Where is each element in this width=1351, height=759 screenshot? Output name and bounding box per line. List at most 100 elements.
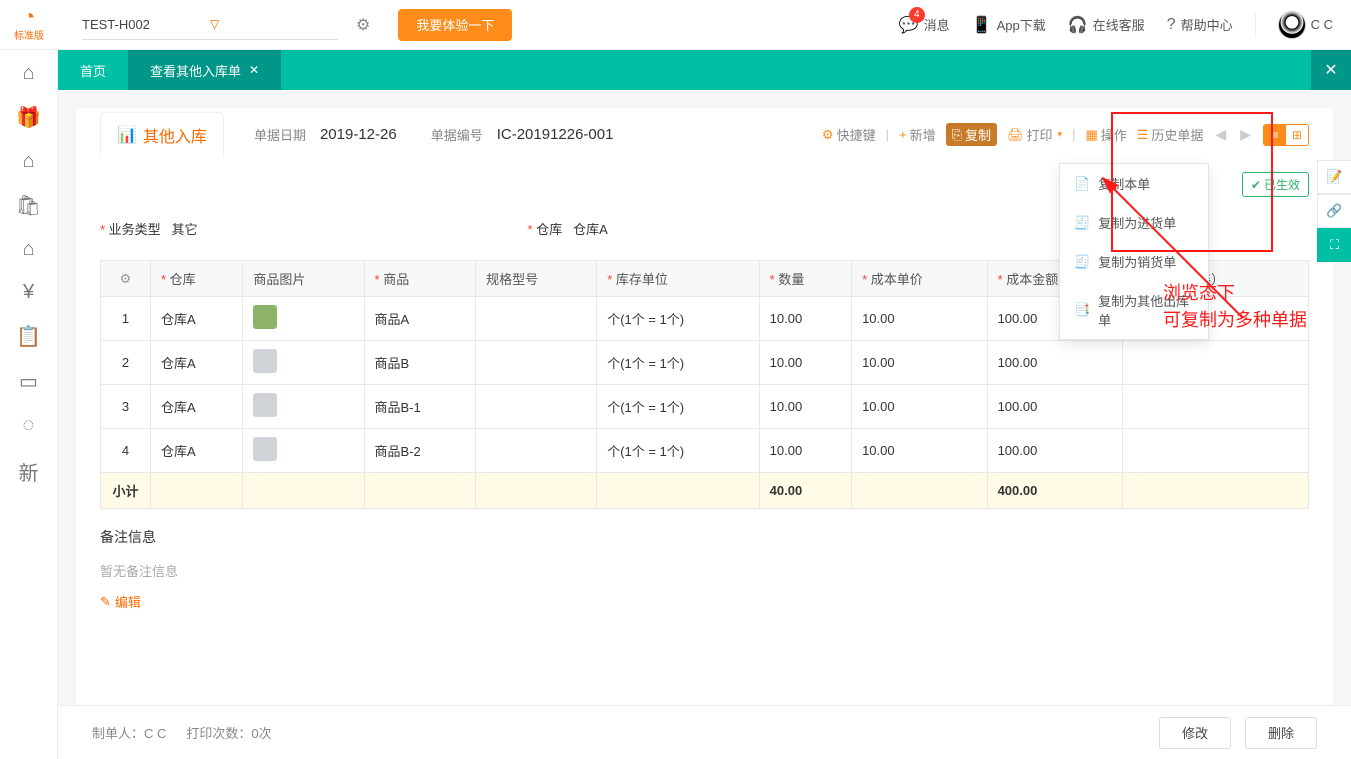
cell-qty: 10.00 — [759, 341, 851, 385]
close-icon[interactable]: ✕ — [249, 63, 259, 77]
edit-icon: ✎ — [100, 594, 111, 610]
doc-icon: 📄 — [1074, 176, 1090, 192]
cloud-icon[interactable]: ◌ — [23, 414, 35, 437]
document-sheet: 📊 其他入库 单据日期 2019-12-26 单据编号 IC-20191226-… — [76, 108, 1333, 741]
prev-button[interactable]: ◀ — [1213, 126, 1228, 143]
table-row[interactable]: 3 仓库A 商品B-1 个(1个 = 1个) 10.00 10.00 100.0… — [101, 385, 1309, 429]
cell-unit: 个(1个 = 1个) — [597, 429, 759, 473]
cell-price: 10.00 — [852, 385, 988, 429]
app-download-button[interactable]: 📱 App下载 — [972, 15, 1046, 35]
cell-price: 10.00 — [852, 341, 988, 385]
online-service-label: 在线客服 — [1093, 15, 1145, 34]
house-icon[interactable]: ⌂ — [22, 150, 34, 173]
print-button[interactable]: 🖨打印▾ — [1007, 125, 1062, 144]
float-notes-button[interactable]: 📝 — [1317, 160, 1351, 194]
cell-warehouse: 仓库A — [151, 429, 243, 473]
remarks-edit-button[interactable]: ✎编辑 — [100, 592, 141, 611]
row-index: 2 — [101, 341, 151, 385]
cell-qty: 10.00 — [759, 385, 851, 429]
col-stock-unit: 库存单位 — [597, 261, 759, 297]
copy-as-purchase[interactable]: 🧾复制为进货单 — [1060, 203, 1208, 242]
cell-product-img — [243, 385, 364, 429]
trial-button[interactable]: 我要体验一下 — [398, 9, 512, 41]
row-index: 1 — [101, 297, 151, 341]
cell-spec — [476, 385, 597, 429]
float-fullscreen-button[interactable]: ⛶ — [1317, 228, 1351, 262]
help-center-label: 帮助中心 — [1181, 15, 1233, 34]
view-card-button[interactable]: ⊞ — [1286, 125, 1308, 145]
biz-type-value: 其它 — [172, 222, 198, 237]
sales-icon: 🧾 — [1074, 254, 1090, 270]
messages-button[interactable]: 💬 消息 4 — [899, 15, 950, 35]
shortcut-button[interactable]: ⚙快捷键 — [822, 125, 876, 144]
footer-buttons: 修改 删除 — [1159, 717, 1317, 749]
history-button[interactable]: ☰历史单据 — [1137, 125, 1204, 144]
col-spec: 规格型号 — [476, 261, 597, 297]
document-meta: 单据日期 2019-12-26 单据编号 IC-20191226-001 — [254, 125, 614, 144]
gift-icon[interactable]: 🎁 — [16, 105, 41, 130]
delete-button[interactable]: 删除 — [1245, 717, 1317, 749]
biz-type-field: 业务类型 其它 — [100, 219, 198, 238]
user-menu[interactable]: C C — [1278, 11, 1333, 39]
new-icon[interactable]: 新 — [19, 457, 39, 486]
status-badge: ✔已生效 — [1242, 172, 1309, 197]
cell-amount: 100.00 — [987, 385, 1123, 429]
chevron-down-icon: ▽ — [210, 17, 338, 31]
date-value: 2019-12-26 — [320, 126, 397, 143]
operate-button[interactable]: ▦操作 — [1085, 125, 1126, 144]
tabs-bar: 首页 查看其他入库单 ✕ ✕ — [58, 50, 1351, 90]
gear-column[interactable]: ⚙ — [101, 261, 151, 297]
copy-as-sales[interactable]: 🧾复制为销货单 — [1060, 242, 1208, 281]
col-warehouse: 仓库 — [151, 261, 243, 297]
warehouse-icon[interactable]: ⌂ — [22, 238, 34, 261]
print-icon: 🖨 — [1007, 127, 1024, 143]
date-label: 单据日期 — [254, 125, 306, 144]
card-icon[interactable]: ▭ — [19, 369, 38, 394]
cell-unit: 个(1个 = 1个) — [597, 341, 759, 385]
help-icon: ? — [1167, 16, 1176, 34]
home-icon[interactable]: ⌂ — [22, 62, 34, 85]
tab-home[interactable]: 首页 — [58, 50, 128, 90]
copy-button[interactable]: ⎘复制 — [946, 123, 997, 146]
add-button[interactable]: +新增 — [899, 125, 936, 144]
biz-type-label: 业务类型 — [100, 222, 161, 237]
cell-qty: 10.00 — [759, 297, 851, 341]
warehouse-label: 仓库 — [528, 222, 563, 237]
money-icon[interactable]: ¥ — [23, 281, 34, 304]
cell-unit: 个(1个 = 1个) — [597, 297, 759, 341]
logo-label: 标准版 — [14, 27, 44, 42]
tab-view-other-inbound[interactable]: 查看其他入库单 ✕ — [128, 50, 281, 90]
cell-warehouse: 仓库A — [151, 297, 243, 341]
table-row[interactable]: 2 仓库A 商品B 个(1个 = 1个) 10.00 10.00 100.00 — [101, 341, 1309, 385]
cell-product-img — [243, 429, 364, 473]
avatar — [1278, 11, 1306, 39]
logo: ◔ 标准版 — [0, 7, 58, 42]
copy-this-document[interactable]: 📄复制本单 — [1060, 164, 1208, 203]
cell-product: 商品B — [364, 341, 476, 385]
settings-icon[interactable]: ⚙ — [356, 15, 370, 35]
view-toggle: ≡ ⊞ — [1263, 124, 1309, 146]
clipboard-icon[interactable]: 📋 — [16, 324, 41, 349]
sheet-header: 📊 其他入库 单据日期 2019-12-26 单据编号 IC-20191226-… — [100, 108, 1309, 162]
row-index: 4 — [101, 429, 151, 473]
tenant-select[interactable]: TEST-H002 ▽ — [82, 10, 338, 40]
next-button[interactable]: ▶ — [1238, 126, 1253, 143]
close-all-tabs-button[interactable]: ✕ — [1311, 50, 1351, 90]
separator: | — [1072, 127, 1075, 142]
table-row[interactable]: 4 仓库A 商品B-2 个(1个 = 1个) 10.00 10.00 100.0… — [101, 429, 1309, 473]
online-service-button[interactable]: 🎧 在线客服 — [1068, 15, 1145, 35]
tenant-name: TEST-H002 — [82, 17, 210, 32]
copy-as-other-outbound[interactable]: 📑复制为其他出库单 — [1060, 281, 1208, 339]
help-center-button[interactable]: ? 帮助中心 — [1167, 15, 1233, 34]
cell-spec — [476, 297, 597, 341]
content-wrapper: 📊 其他入库 单据日期 2019-12-26 单据编号 IC-20191226-… — [58, 90, 1351, 759]
modify-button[interactable]: 修改 — [1159, 717, 1231, 749]
subtotal-amount: 400.00 — [987, 473, 1123, 509]
headset-icon: 🎧 — [1068, 15, 1088, 35]
bag-icon[interactable]: 🛍 — [16, 193, 41, 218]
cell-product: 商品B-2 — [364, 429, 476, 473]
cell-product-img — [243, 297, 364, 341]
main-area: 首页 查看其他入库单 ✕ ✕ 📊 其他入库 单据日期 2019-12-26 — [58, 50, 1351, 759]
float-link-button[interactable]: 🔗 — [1317, 194, 1351, 228]
view-list-button[interactable]: ≡ — [1264, 125, 1286, 145]
